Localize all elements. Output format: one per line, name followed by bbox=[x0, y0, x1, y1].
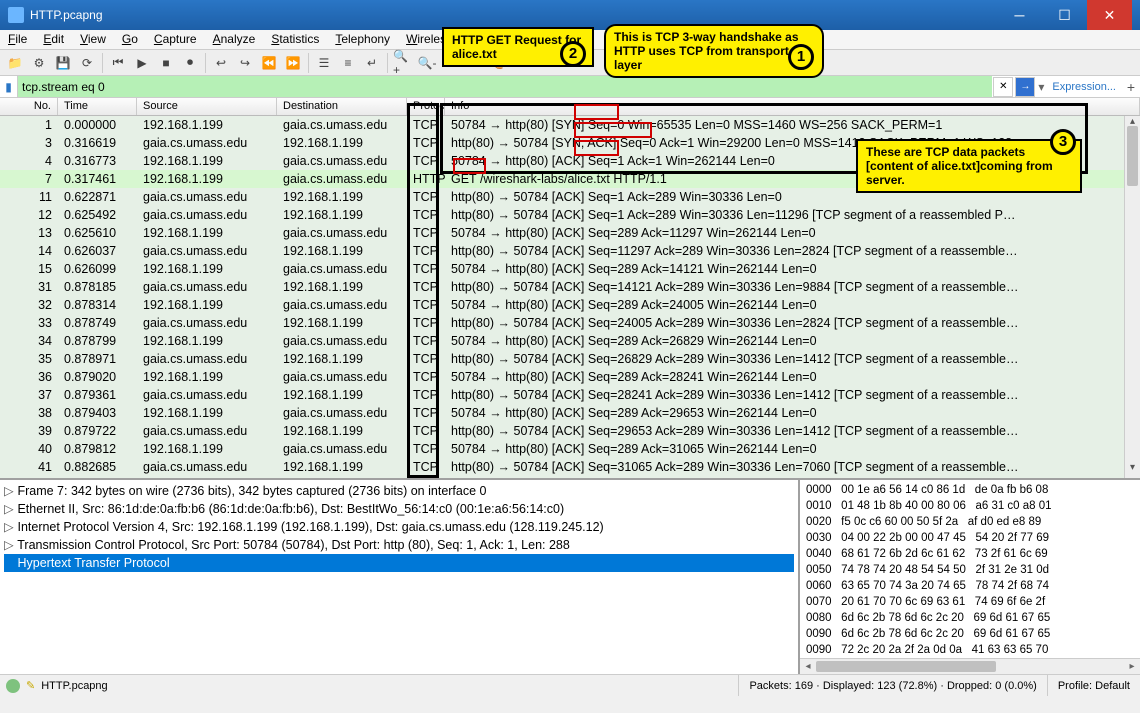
packet-row[interactable]: 340.878799192.168.1.199gaia.cs.umass.edu… bbox=[0, 332, 1140, 350]
status-packets: Packets: 169 · Displayed: 123 (72.8%) · … bbox=[738, 675, 1046, 696]
statusbar: ✎ HTTP.pcapng Packets: 169 · Displayed: … bbox=[0, 674, 1140, 696]
hex-line[interactable]: 0070 20 61 70 70 6c 69 63 61 74 69 6f 6e… bbox=[806, 594, 1140, 610]
close-button[interactable]: ✕ bbox=[1087, 0, 1132, 30]
list-icon[interactable]: ☰ bbox=[313, 52, 335, 74]
detail-line[interactable]: ▷ Internet Protocol Version 4, Src: 192.… bbox=[4, 518, 794, 536]
hex-line[interactable]: 0020 f5 0c c6 60 00 50 5f 2a af d0 ed e8… bbox=[806, 514, 1140, 530]
maximize-button[interactable]: ☐ bbox=[1042, 0, 1087, 30]
packet-row[interactable]: 10.000000192.168.1.199gaia.cs.umass.eduT… bbox=[0, 116, 1140, 134]
packet-row[interactable]: 410.882685gaia.cs.umass.edu192.168.1.199… bbox=[0, 458, 1140, 476]
hex-line[interactable]: 0090 72 2c 20 2a 2f 2a 0d 0a 41 63 63 65… bbox=[806, 642, 1140, 658]
save-icon[interactable]: 💾 bbox=[52, 52, 74, 74]
menu-statistics[interactable]: Statistics bbox=[263, 30, 327, 49]
menu-go[interactable]: Go bbox=[114, 30, 146, 49]
col-header-destination[interactable]: Destination bbox=[277, 98, 407, 115]
step-fwd-icon[interactable]: ↪ bbox=[234, 52, 256, 74]
bottom-panes: ▷ Frame 7: 342 bytes on wire (2736 bits)… bbox=[0, 478, 1140, 674]
packet-row[interactable]: 140.626037gaia.cs.umass.edu192.168.1.199… bbox=[0, 242, 1140, 260]
settings-icon[interactable]: ⚙ bbox=[28, 52, 50, 74]
hex-line[interactable]: 0040 68 61 72 6b 2d 6c 61 62 73 2f 61 6c… bbox=[806, 546, 1140, 562]
hex-line[interactable]: 0090 6d 6c 2b 78 6d 6c 2c 20 69 6d 61 67… bbox=[806, 626, 1140, 642]
filter-dropdown-icon[interactable]: ▾ bbox=[1036, 80, 1046, 94]
hex-line[interactable]: 0030 04 00 22 2b 00 00 47 45 54 20 2f 77… bbox=[806, 530, 1140, 546]
col-header-info[interactable]: Info bbox=[445, 98, 1140, 115]
packet-row[interactable]: 370.879361gaia.cs.umass.edu192.168.1.199… bbox=[0, 386, 1140, 404]
list2-icon[interactable]: ≡ bbox=[337, 52, 359, 74]
record-icon[interactable]: ⏺ bbox=[179, 52, 201, 74]
col-header-protocol[interactable]: Protocol bbox=[407, 98, 445, 115]
reload-icon[interactable]: ⟳ bbox=[76, 52, 98, 74]
zoom-out-icon[interactable]: 🔍- bbox=[416, 52, 438, 74]
packet-row[interactable]: 150.626099192.168.1.199gaia.cs.umass.edu… bbox=[0, 260, 1140, 278]
window-title: HTTP.pcapng bbox=[30, 8, 997, 22]
menu-file[interactable]: File bbox=[0, 30, 35, 49]
zoom-in-icon[interactable]: 🔍+ bbox=[392, 52, 414, 74]
detail-line[interactable]: ▷ Transmission Control Protocol, Src Por… bbox=[4, 536, 794, 554]
packet-list-header: No. Time Source Destination Protocol Inf… bbox=[0, 98, 1140, 116]
col-header-source[interactable]: Source bbox=[137, 98, 277, 115]
detail-line[interactable]: Hypertext Transfer Protocol bbox=[4, 554, 794, 572]
expert-info-icon[interactable]: ✎ bbox=[26, 679, 35, 692]
status-file-label: HTTP.pcapng bbox=[41, 680, 107, 692]
menu-analyze[interactable]: Analyze bbox=[205, 30, 264, 49]
status-profile[interactable]: Profile: Default bbox=[1047, 675, 1140, 696]
filter-bar: ▮ ✕ → ▾ Expression... + bbox=[0, 76, 1140, 98]
menu-telephony[interactable]: Telephony bbox=[327, 30, 398, 49]
packet-row[interactable]: 420.882796192.168.1.199gaia.cs.umass.edu… bbox=[0, 476, 1140, 478]
packet-details[interactable]: ▷ Frame 7: 342 bytes on wire (2736 bits)… bbox=[0, 480, 798, 674]
hex-line[interactable]: 0050 74 78 74 20 48 54 54 50 2f 31 2e 31… bbox=[806, 562, 1140, 578]
stop-icon[interactable]: ■ bbox=[155, 52, 177, 74]
menu-edit[interactable]: Edit bbox=[35, 30, 72, 49]
titlebar: HTTP.pcapng ─ ☐ ✕ bbox=[0, 0, 1140, 30]
col-header-no[interactable]: No. bbox=[0, 98, 58, 115]
add-filter-button[interactable]: + bbox=[1122, 79, 1140, 95]
packet-bytes[interactable]: 0000 00 1e a6 56 14 c0 86 1d de 0a fb b6… bbox=[798, 480, 1140, 674]
packet-row[interactable]: 120.625492gaia.cs.umass.edu192.168.1.199… bbox=[0, 206, 1140, 224]
skip-back-icon[interactable]: ⏪ bbox=[258, 52, 280, 74]
annotation-1: This is TCP 3-way handshake as HTTP uses… bbox=[604, 24, 824, 78]
packet-list-scrollbar[interactable]: ▴ ▾ bbox=[1124, 116, 1140, 478]
go-first-icon[interactable]: ⏮ bbox=[107, 52, 129, 74]
folder-icon[interactable]: 📁 bbox=[4, 52, 26, 74]
clear-filter-button[interactable]: ✕ bbox=[993, 77, 1013, 97]
annotation-2: HTTP GET Request for alice.txt 2 bbox=[442, 27, 594, 67]
skip-fwd-icon[interactable]: ⏩ bbox=[282, 52, 304, 74]
hex-scrollbar-h[interactable]: ◂▸ bbox=[800, 658, 1140, 674]
app-icon bbox=[8, 7, 24, 23]
detail-line[interactable]: ▷ Frame 7: 342 bytes on wire (2736 bits)… bbox=[4, 482, 794, 500]
packet-row[interactable]: 130.625610192.168.1.199gaia.cs.umass.edu… bbox=[0, 224, 1140, 242]
capture-status-icon bbox=[6, 679, 20, 693]
detail-line[interactable]: ▷ Ethernet II, Src: 86:1d:de:0a:fb:b6 (8… bbox=[4, 500, 794, 518]
packet-row[interactable]: 330.878749gaia.cs.umass.edu192.168.1.199… bbox=[0, 314, 1140, 332]
hex-line[interactable]: 0000 00 1e a6 56 14 c0 86 1d de 0a fb b6… bbox=[806, 482, 1140, 498]
hex-line[interactable]: 0080 6d 6c 2b 78 6d 6c 2c 20 69 6d 61 67… bbox=[806, 610, 1140, 626]
packet-row[interactable]: 320.878314192.168.1.199gaia.cs.umass.edu… bbox=[0, 296, 1140, 314]
minimize-button[interactable]: ─ bbox=[997, 0, 1042, 30]
menu-view[interactable]: View bbox=[72, 30, 114, 49]
wrap-icon[interactable]: ↵ bbox=[361, 52, 383, 74]
packet-row[interactable]: 360.879020192.168.1.199gaia.cs.umass.edu… bbox=[0, 368, 1140, 386]
packet-row[interactable]: 380.879403192.168.1.199gaia.cs.umass.edu… bbox=[0, 404, 1140, 422]
col-header-time[interactable]: Time bbox=[58, 98, 137, 115]
packet-row[interactable]: 390.879722gaia.cs.umass.edu192.168.1.199… bbox=[0, 422, 1140, 440]
packet-row[interactable]: 350.878971gaia.cs.umass.edu192.168.1.199… bbox=[0, 350, 1140, 368]
packet-row[interactable]: 310.878185gaia.cs.umass.edu192.168.1.199… bbox=[0, 278, 1140, 296]
menu-capture[interactable]: Capture bbox=[146, 30, 205, 49]
apply-filter-button[interactable]: → bbox=[1015, 77, 1035, 97]
annotation-3: These are TCP data packets [content of a… bbox=[856, 139, 1082, 193]
hex-line[interactable]: 0060 63 65 70 74 3a 20 74 65 78 74 2f 68… bbox=[806, 578, 1140, 594]
display-filter-input[interactable] bbox=[18, 76, 992, 97]
expression-link[interactable]: Expression... bbox=[1046, 81, 1122, 93]
packet-row[interactable]: 400.879812192.168.1.199gaia.cs.umass.edu… bbox=[0, 440, 1140, 458]
step-back-icon[interactable]: ↩ bbox=[210, 52, 232, 74]
filter-bookmark-icon[interactable]: ▮ bbox=[0, 76, 18, 97]
hex-line[interactable]: 0010 01 48 1b 8b 40 00 80 06 a6 31 c0 a8… bbox=[806, 498, 1140, 514]
play-icon[interactable]: ▶ bbox=[131, 52, 153, 74]
